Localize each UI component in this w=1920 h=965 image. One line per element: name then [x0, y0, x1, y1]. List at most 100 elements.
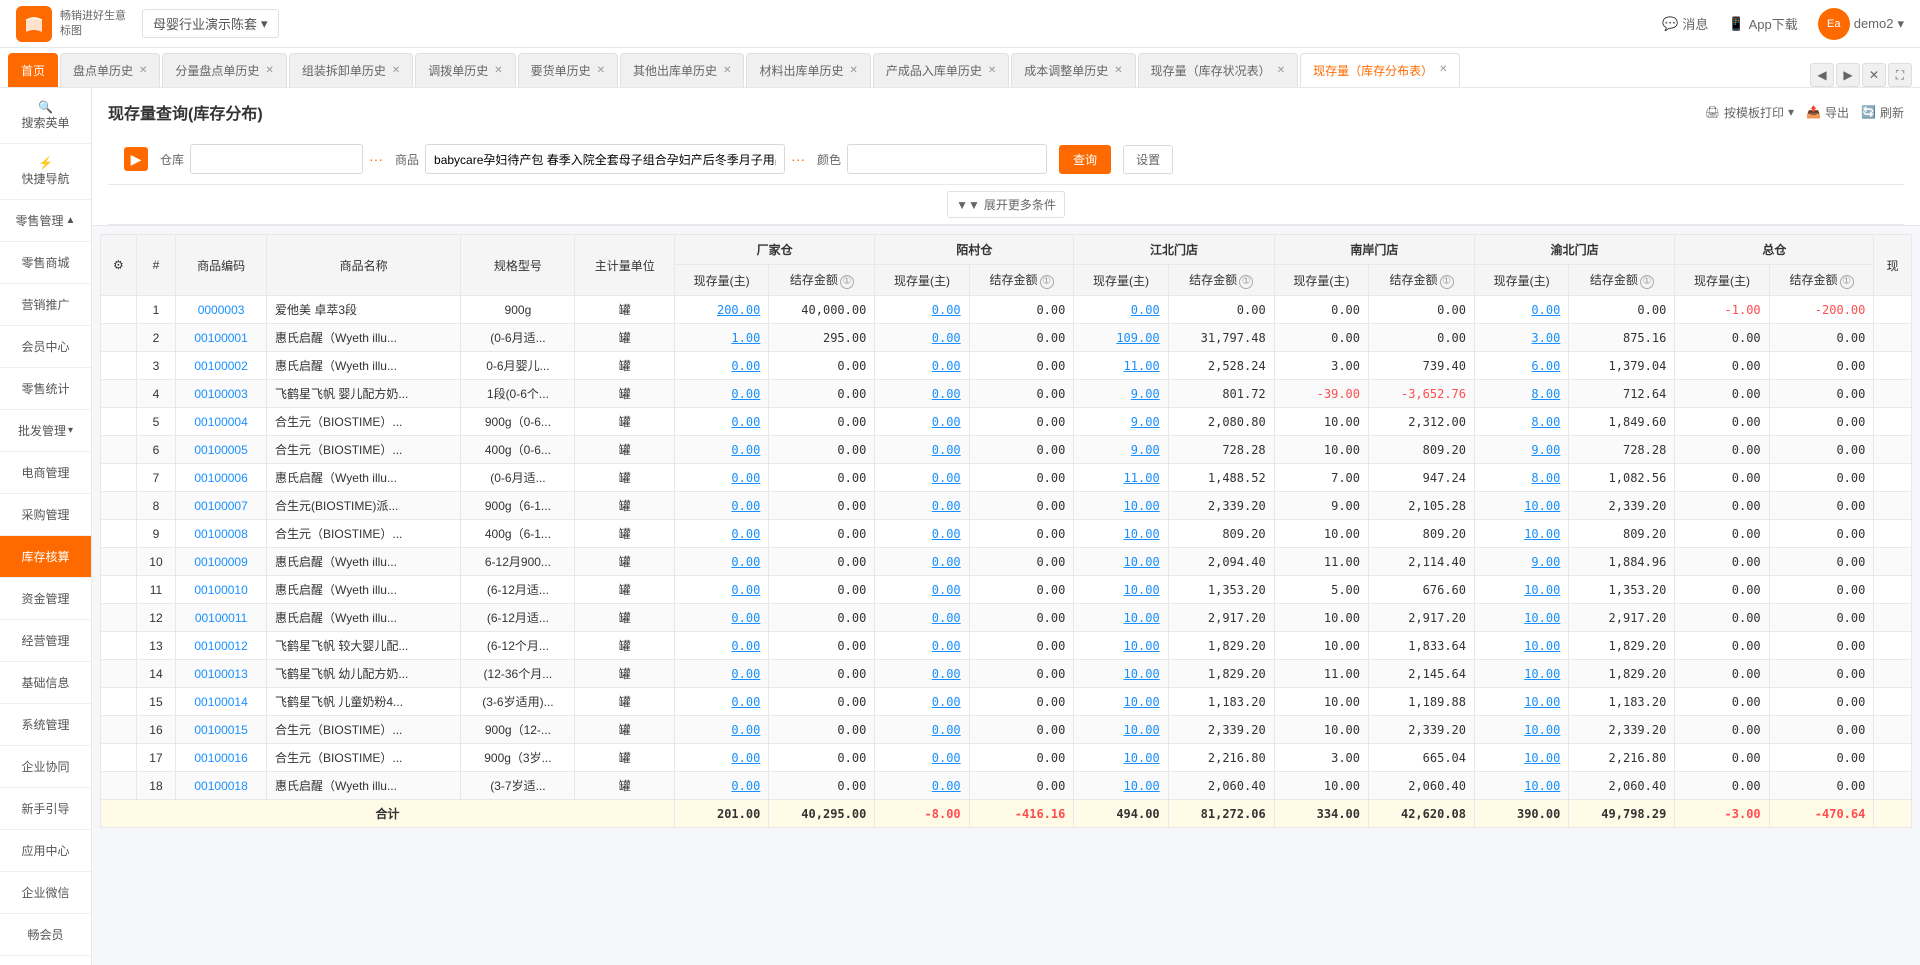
sidebar-item-basic-info[interactable]: 基础信息 [0, 662, 91, 704]
warehouse-input[interactable] [190, 144, 363, 174]
settings-gear-icon[interactable]: ⚙ [113, 258, 124, 272]
tab-next-btn[interactable]: ▶ [1836, 63, 1860, 87]
tab-stock-dist[interactable]: 现存量（库存分布表） ✕ [1300, 53, 1460, 87]
sidebar-item-marketing[interactable]: 营销推广 [0, 284, 91, 326]
print-btn[interactable]: 🖨 按模板打印 ▾ [1705, 104, 1794, 121]
tab-close-icon[interactable]: ✕ [392, 66, 400, 76]
sum-w1-qty: 201.00 [675, 800, 769, 828]
row-w2-qty: 0.00 [875, 408, 969, 436]
tab-close-icon[interactable]: ✕ [849, 66, 857, 76]
row-current [1874, 520, 1912, 548]
row-total-amt: 0.00 [1769, 436, 1874, 464]
filter-expand-btn[interactable]: ▶ [124, 147, 148, 171]
row-code: 0000003 [176, 296, 267, 324]
th-settings[interactable]: ⚙ [101, 235, 137, 296]
product-pick-icon[interactable]: ··· [791, 151, 805, 167]
sidebar-item-system[interactable]: 系统管理 [0, 704, 91, 746]
row-current [1874, 548, 1912, 576]
sidebar-item-member[interactable]: 会员中心 [0, 326, 91, 368]
row-w2-amt: 0.00 [969, 576, 1074, 604]
row-w3-qty: 11.00 [1074, 464, 1168, 492]
info-icon[interactable]: ① [1239, 275, 1253, 289]
tab-fullscreen-btn[interactable]: ⛶ [1888, 63, 1912, 87]
tab-close-icon[interactable]: ✕ [265, 66, 273, 76]
tab-close-icon[interactable]: ✕ [494, 66, 502, 76]
row-total-amt: 0.00 [1769, 548, 1874, 576]
tab-transfer[interactable]: 调拨单历史 ✕ [415, 53, 515, 87]
sidebar-item-guide[interactable]: 新手引导 [0, 788, 91, 830]
settings-btn[interactable]: 设置 [1123, 145, 1173, 174]
info-icon[interactable]: ① [1640, 275, 1654, 289]
tab-other-out[interactable]: 其他出库单历史 ✕ [620, 53, 744, 87]
sum-w3-amt: 81,272.06 [1168, 800, 1274, 828]
export-btn[interactable]: 📤 导出 [1806, 104, 1849, 121]
row-w3-amt: 2,094.40 [1168, 548, 1274, 576]
color-input[interactable] [847, 144, 1047, 174]
sidebar-item-wholesale[interactable]: 批发管理 ▾ [0, 410, 91, 452]
expand-conditions-btn[interactable]: ▼▼ 展开更多条件 [947, 191, 1065, 218]
tab-sub-inventory[interactable]: 分量盘点单历史 ✕ [162, 53, 286, 87]
sidebar-item-member2[interactable]: 畅会员 [0, 914, 91, 956]
query-btn[interactable]: 查询 [1059, 145, 1111, 174]
row-w5-qty: 8.00 [1475, 380, 1569, 408]
tab-close-icon[interactable]: ✕ [988, 66, 996, 76]
row-w5-amt: 1,849.60 [1569, 408, 1675, 436]
sidebar-item-operations[interactable]: 经营管理 [0, 620, 91, 662]
sidebar-item-app-center[interactable]: 应用中心 [0, 830, 91, 872]
color-filter: 颜色 [817, 144, 1047, 174]
tab-prev-btn[interactable]: ◀ [1810, 63, 1834, 87]
table-container[interactable]: ⚙ # 商品编码 商品名称 规格型号 主计量单位 厂家仓 陌村仓 江北门店 南岸… [92, 226, 1920, 965]
row-w5-qty: 10.00 [1475, 492, 1569, 520]
tab-close-icon[interactable]: ✕ [1114, 66, 1122, 76]
tab-requisition[interactable]: 要货单历史 ✕ [518, 53, 618, 87]
tab-inventory-check[interactable]: 盘点单历史 ✕ [60, 53, 160, 87]
tab-assembly[interactable]: 组装拆卸单历史 ✕ [289, 53, 413, 87]
sidebar-item-retail-stats[interactable]: 零售统计 [0, 368, 91, 410]
user-profile[interactable]: Ea demo2 ▾ [1818, 8, 1904, 40]
sidebar-item-inventory[interactable]: 库存核算 [0, 536, 91, 578]
tab-product-in[interactable]: 产成品入库单历史 ✕ [873, 53, 1009, 87]
row-w2-qty: 0.00 [875, 380, 969, 408]
tab-close-icon[interactable]: ✕ [1277, 66, 1285, 76]
sidebar-item-search[interactable]: 🔍 搜索英单 [0, 88, 91, 144]
tab-close-icon[interactable]: ✕ [723, 66, 731, 76]
row-code: 00100018 [176, 772, 267, 800]
row-total-amt: 0.00 [1769, 632, 1874, 660]
info-icon[interactable]: ① [1040, 275, 1054, 289]
row-w4-amt: 2,312.00 [1369, 408, 1475, 436]
sidebar-item-enterprise[interactable]: 企业协同 [0, 746, 91, 788]
info-icon[interactable]: ① [840, 275, 854, 289]
tab-close-icon[interactable]: ✕ [1439, 65, 1447, 75]
row-total-qty: 0.00 [1675, 604, 1769, 632]
message-btn[interactable]: 💬 消息 [1662, 14, 1708, 33]
tab-stock-status[interactable]: 现存量（库存状况表） ✕ [1138, 53, 1298, 87]
row-w2-qty: 0.00 [875, 352, 969, 380]
row-w5-amt: 2,216.80 [1569, 744, 1675, 772]
th-code: 商品编码 [176, 235, 267, 296]
refresh-btn[interactable]: 🔄 刷新 [1861, 104, 1904, 121]
product-input[interactable] [425, 144, 785, 174]
row-name: 惠氏启醒（Wyeth illu... [267, 576, 461, 604]
tab-home[interactable]: 首页 [8, 53, 58, 87]
sidebar-item-retail-mgmt[interactable]: 零售管理 ▲ [0, 200, 91, 242]
sidebar-item-finance[interactable]: 资金管理 [0, 578, 91, 620]
sidebar-item-ecommerce[interactable]: 电商管理 [0, 452, 91, 494]
tab-cost-adjust[interactable]: 成本调整单历史 ✕ [1011, 53, 1135, 87]
tab-material-out[interactable]: 材料出库单历史 ✕ [746, 53, 870, 87]
tab-close-icon[interactable]: ✕ [597, 66, 605, 76]
info-icon[interactable]: ① [1840, 275, 1854, 289]
row-name: 飞鹤星飞帆 较大婴儿配... [267, 632, 461, 660]
sidebar-item-wecom[interactable]: 企业微信 [0, 872, 91, 914]
tab-close-all-btn[interactable]: ✕ [1862, 63, 1886, 87]
row-w5-amt: 712.64 [1569, 380, 1675, 408]
app-download-btn[interactable]: 📱 App下载 [1728, 14, 1797, 33]
sidebar-item-nav[interactable]: ⚡ 快捷导航 [0, 144, 91, 200]
row-w4-amt: 809.20 [1369, 436, 1475, 464]
sidebar-item-retail-mall[interactable]: 零售商城 [0, 242, 91, 284]
th-w4-qty: 现存量(主) [1274, 265, 1368, 296]
sidebar-item-purchase[interactable]: 采购管理 [0, 494, 91, 536]
company-selector[interactable]: 母婴行业演示陈套 ▾ [142, 9, 279, 38]
info-icon[interactable]: ① [1440, 275, 1454, 289]
warehouse-pick-icon[interactable]: ··· [369, 151, 383, 167]
tab-close-icon[interactable]: ✕ [139, 66, 147, 76]
